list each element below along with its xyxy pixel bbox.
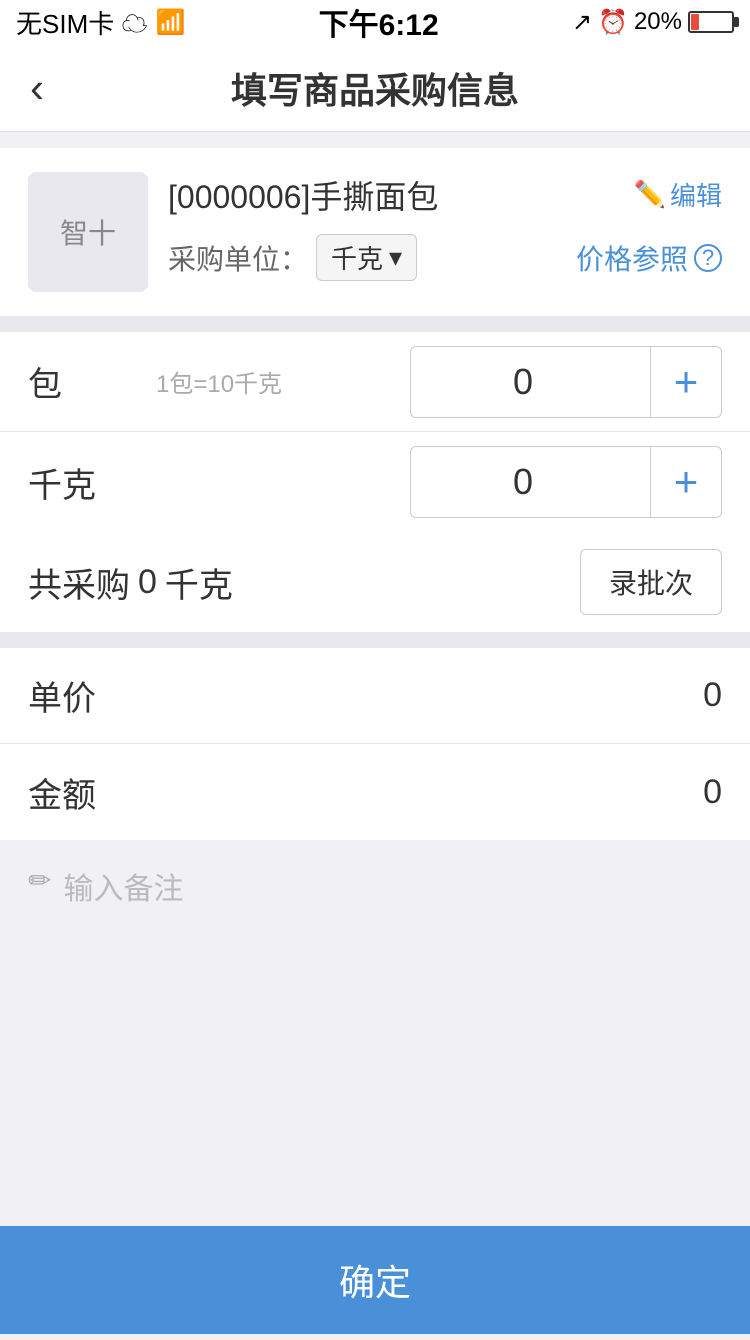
wifi-icon: 📶 — [155, 8, 185, 37]
nav-bar: ‹ 填写商品采购信息 — [0, 44, 750, 132]
edit-button[interactable]: ✏️ 编辑 — [634, 176, 722, 213]
notes-icon: ✏ — [28, 864, 51, 897]
back-button[interactable]: ‹ — [20, 54, 54, 122]
price-ref-help-icon: ? — [694, 244, 722, 272]
total-label: 共采购 — [28, 558, 130, 607]
alarm-icon: ⏰ — [598, 8, 628, 37]
battery-percent: 20% — [634, 8, 682, 36]
section-divider-1 — [0, 316, 750, 332]
unit-price-label: 单价 — [28, 671, 96, 720]
amount-label: 金额 — [28, 768, 96, 817]
product-logo: 智十 — [60, 212, 116, 252]
unit-price-value: 0 — [703, 676, 722, 715]
section-divider-2 — [0, 632, 750, 648]
kg-plus-button[interactable]: + — [650, 446, 722, 518]
edit-label: 编辑 — [670, 176, 722, 213]
bao-label: 包 — [28, 357, 148, 406]
total-value: 0 — [138, 563, 157, 602]
status-bar: 无SIM卡 ☁ 📶 下午6:12 ↗ ⏰ 20% — [0, 0, 750, 44]
purchase-unit-dropdown[interactable]: 千克 ▾ — [316, 234, 417, 281]
product-card: 智十 [0000006]手撕面包 采购单位： 千克 ▾ 价格参照 ? ✏️ — [0, 148, 750, 316]
confirm-button[interactable]: 确定 — [0, 1226, 750, 1334]
battery-icon — [688, 11, 734, 33]
kg-input-row: 千克 + — [0, 432, 750, 532]
amount-row: 金额 0 — [0, 744, 750, 840]
location-icon: ↗ — [572, 8, 592, 37]
product-image: 智十 — [28, 172, 148, 292]
confirm-label: 确定 — [339, 1254, 411, 1306]
kg-input[interactable] — [410, 446, 650, 518]
total-row: 共采购 0 千克 录批次 — [0, 532, 750, 632]
kg-label: 千克 — [28, 458, 148, 507]
bao-input-wrap: + — [410, 346, 722, 418]
edit-icon: ✏️ — [634, 179, 666, 210]
bao-input-row: 包 1包=10千克 + — [0, 332, 750, 432]
notes-section[interactable]: ✏ 输入备注 — [0, 840, 750, 940]
price-section: 单价 0 金额 0 — [0, 648, 750, 840]
amount-value: 0 — [703, 773, 722, 812]
bao-plus-button[interactable]: + — [650, 346, 722, 418]
bao-input[interactable] — [410, 346, 650, 418]
batch-button[interactable]: 录批次 — [580, 549, 722, 615]
sim-label: 无SIM卡 ☁ — [16, 4, 147, 41]
dropdown-arrow: ▾ — [389, 242, 402, 273]
kg-input-wrap: + — [410, 446, 722, 518]
page-title: 填写商品采购信息 — [231, 62, 519, 114]
price-reference-button[interactable]: 价格参照 ? — [576, 238, 722, 278]
status-time: 下午6:12 — [319, 0, 439, 44]
unit-price-row: 单价 0 — [0, 648, 750, 744]
price-ref-label: 价格参照 — [576, 238, 688, 278]
total-unit: 千克 — [165, 558, 233, 607]
status-left: 无SIM卡 ☁ 📶 — [16, 4, 185, 41]
unit-value: 千克 — [331, 239, 383, 276]
input-section: 包 1包=10千克 + 千克 + — [0, 332, 750, 532]
notes-placeholder: 输入备注 — [63, 864, 183, 908]
purchase-unit-label: 采购单位： — [168, 238, 308, 278]
status-right: ↗ ⏰ 20% — [572, 8, 734, 37]
product-unit-row: 采购单位： 千克 ▾ 价格参照 ? — [168, 234, 722, 281]
bao-sub-label: 1包=10千克 — [156, 364, 410, 399]
